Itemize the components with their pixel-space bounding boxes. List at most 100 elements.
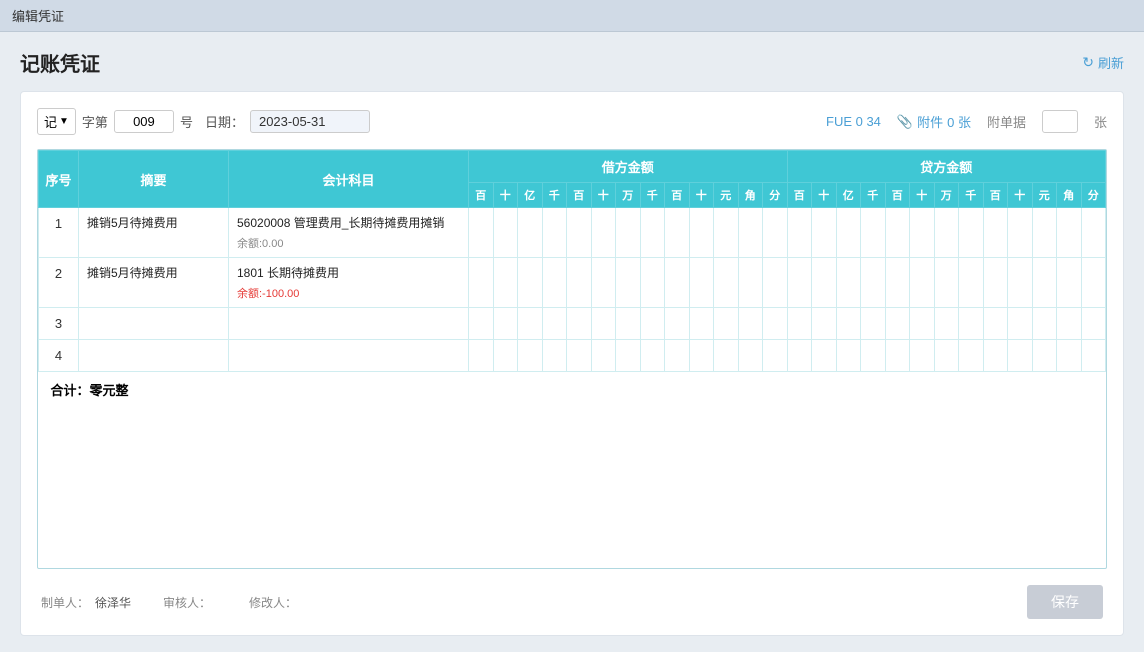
credit-cell-2-0[interactable]: [787, 308, 812, 340]
debit-cell-1-3[interactable]: [542, 258, 567, 308]
credit-cell-0-3[interactable]: [861, 208, 886, 258]
debit-cell-3-6[interactable]: [616, 340, 641, 372]
debit-cell-1-1[interactable]: [493, 258, 518, 308]
cell-summary-1[interactable]: 摊销5月待摊费用: [79, 258, 229, 308]
credit-cell-1-6[interactable]: [934, 258, 959, 308]
debit-cell-2-10[interactable]: [714, 308, 739, 340]
debit-cell-0-4[interactable]: [567, 208, 592, 258]
cell-account-1[interactable]: 1801 长期待摊费用余额:-100.00: [229, 258, 469, 308]
credit-cell-0-2[interactable]: [836, 208, 861, 258]
credit-cell-2-9[interactable]: [1008, 308, 1033, 340]
credit-cell-3-4[interactable]: [885, 340, 910, 372]
debit-cell-0-5[interactable]: [591, 208, 616, 258]
credit-cell-1-10[interactable]: [1032, 258, 1057, 308]
credit-cell-2-12[interactable]: [1081, 308, 1106, 340]
cell-summary-0[interactable]: 摊销5月待摊费用: [79, 208, 229, 258]
credit-cell-1-12[interactable]: [1081, 258, 1106, 308]
credit-cell-3-8[interactable]: [983, 340, 1008, 372]
debit-cell-0-2[interactable]: [518, 208, 543, 258]
credit-cell-3-3[interactable]: [861, 340, 886, 372]
debit-cell-2-7[interactable]: [640, 308, 665, 340]
debit-cell-2-3[interactable]: [542, 308, 567, 340]
debit-cell-1-12[interactable]: [763, 258, 788, 308]
credit-cell-0-5[interactable]: [910, 208, 935, 258]
debit-cell-0-12[interactable]: [763, 208, 788, 258]
debit-cell-3-0[interactable]: [469, 340, 494, 372]
date-input[interactable]: [250, 110, 370, 133]
zi-input[interactable]: [114, 110, 174, 133]
credit-cell-0-11[interactable]: [1057, 208, 1082, 258]
credit-cell-2-8[interactable]: [983, 308, 1008, 340]
credit-cell-0-12[interactable]: [1081, 208, 1106, 258]
cell-account-3[interactable]: [229, 340, 469, 372]
credit-cell-0-4[interactable]: [885, 208, 910, 258]
debit-cell-3-8[interactable]: [665, 340, 690, 372]
credit-cell-1-4[interactable]: [885, 258, 910, 308]
credit-cell-2-7[interactable]: [959, 308, 984, 340]
credit-cell-3-1[interactable]: [812, 340, 837, 372]
debit-cell-0-7[interactable]: [640, 208, 665, 258]
credit-cell-3-2[interactable]: [836, 340, 861, 372]
debit-cell-2-6[interactable]: [616, 308, 641, 340]
debit-cell-2-11[interactable]: [738, 308, 763, 340]
credit-cell-2-1[interactable]: [812, 308, 837, 340]
debit-cell-1-0[interactable]: [469, 258, 494, 308]
credit-cell-2-2[interactable]: [836, 308, 861, 340]
save-button[interactable]: 保存: [1027, 585, 1103, 619]
credit-cell-3-10[interactable]: [1032, 340, 1057, 372]
debit-cell-3-3[interactable]: [542, 340, 567, 372]
credit-cell-1-11[interactable]: [1057, 258, 1082, 308]
credit-cell-3-12[interactable]: [1081, 340, 1106, 372]
debit-cell-2-12[interactable]: [763, 308, 788, 340]
debit-cell-2-0[interactable]: [469, 308, 494, 340]
debit-cell-0-6[interactable]: [616, 208, 641, 258]
cell-account-2[interactable]: [229, 308, 469, 340]
debit-cell-3-10[interactable]: [714, 340, 739, 372]
credit-cell-3-7[interactable]: [959, 340, 984, 372]
credit-cell-1-8[interactable]: [983, 258, 1008, 308]
debit-cell-3-12[interactable]: [763, 340, 788, 372]
credit-cell-2-5[interactable]: [910, 308, 935, 340]
credit-cell-1-7[interactable]: [959, 258, 984, 308]
debit-cell-2-5[interactable]: [591, 308, 616, 340]
debit-cell-3-7[interactable]: [640, 340, 665, 372]
credit-cell-2-6[interactable]: [934, 308, 959, 340]
debit-cell-1-5[interactable]: [591, 258, 616, 308]
type-select[interactable]: 记 ▼: [37, 108, 76, 135]
debit-cell-3-4[interactable]: [567, 340, 592, 372]
credit-cell-2-4[interactable]: [885, 308, 910, 340]
credit-cell-2-10[interactable]: [1032, 308, 1057, 340]
debit-cell-0-8[interactable]: [665, 208, 690, 258]
debit-cell-2-8[interactable]: [665, 308, 690, 340]
credit-cell-3-5[interactable]: [910, 340, 935, 372]
credit-cell-1-5[interactable]: [910, 258, 935, 308]
debit-cell-0-9[interactable]: [689, 208, 714, 258]
credit-cell-3-6[interactable]: [934, 340, 959, 372]
debit-cell-3-9[interactable]: [689, 340, 714, 372]
credit-cell-0-9[interactable]: [1008, 208, 1033, 258]
debit-cell-1-2[interactable]: [518, 258, 543, 308]
cell-account-0[interactable]: 56020008 管理费用_长期待摊费用摊销余额:0.00: [229, 208, 469, 258]
credit-cell-0-8[interactable]: [983, 208, 1008, 258]
debit-cell-0-1[interactable]: [493, 208, 518, 258]
credit-cell-0-0[interactable]: [787, 208, 812, 258]
credit-cell-3-9[interactable]: [1008, 340, 1033, 372]
debit-cell-3-2[interactable]: [518, 340, 543, 372]
cell-summary-2[interactable]: [79, 308, 229, 340]
debit-cell-0-3[interactable]: [542, 208, 567, 258]
debit-cell-1-8[interactable]: [665, 258, 690, 308]
debit-cell-3-1[interactable]: [493, 340, 518, 372]
credit-cell-3-0[interactable]: [787, 340, 812, 372]
refresh-button[interactable]: ↻ 刷新: [1082, 53, 1124, 72]
debit-cell-1-4[interactable]: [567, 258, 592, 308]
credit-cell-3-11[interactable]: [1057, 340, 1082, 372]
credit-cell-1-2[interactable]: [836, 258, 861, 308]
debit-cell-1-11[interactable]: [738, 258, 763, 308]
debit-cell-0-11[interactable]: [738, 208, 763, 258]
credit-cell-2-11[interactable]: [1057, 308, 1082, 340]
debit-cell-2-1[interactable]: [493, 308, 518, 340]
debit-cell-1-9[interactable]: [689, 258, 714, 308]
debit-cell-3-5[interactable]: [591, 340, 616, 372]
debit-cell-1-7[interactable]: [640, 258, 665, 308]
credit-cell-1-0[interactable]: [787, 258, 812, 308]
